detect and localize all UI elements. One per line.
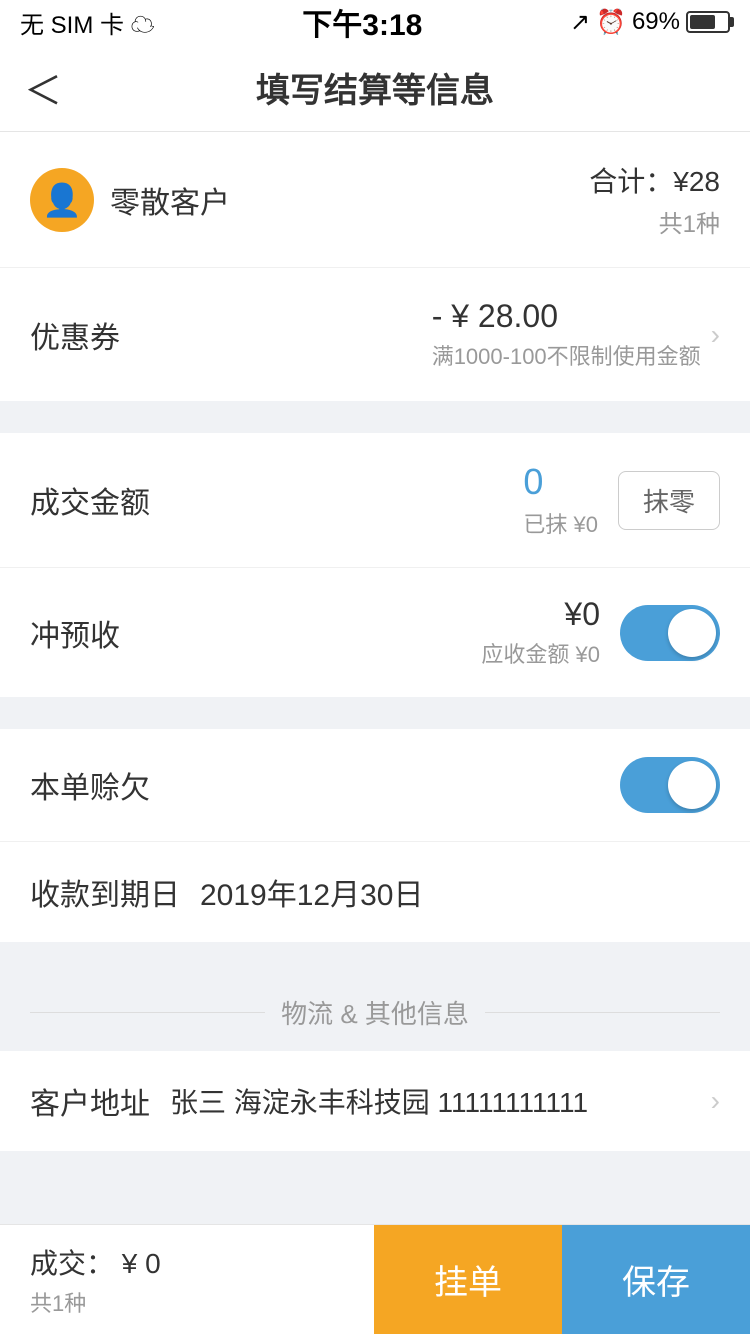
- deal-amount-sub: 已抹 ¥0: [523, 507, 598, 539]
- deal-amount-card: 成交金额 0 已抹 ¥0 抹零 冲预收 ¥0 应收金额 ¥0: [0, 433, 750, 697]
- duedate-label: 收款到期日: [30, 870, 180, 914]
- prereceive-right: ¥0 应收金额 ¥0: [481, 596, 720, 669]
- deal-amount-value: 0: [523, 461, 598, 503]
- bottom-deal-amount: ¥ 0: [122, 1248, 161, 1279]
- header-line-right: [485, 1012, 720, 1013]
- save-button[interactable]: 保存: [562, 1225, 750, 1334]
- coupon-right: - ¥ 28.00 满1000-100不限制使用金额 ›: [432, 298, 720, 371]
- bottom-summary: 成交： ¥ 0 共1种: [0, 1242, 374, 1318]
- credit-row: 本单赊欠: [0, 729, 750, 841]
- status-left: 无 SIM 卡 ☁: [20, 5, 155, 40]
- status-right: ↗ ⏰ 69%: [570, 8, 730, 37]
- coupon-label: 优惠券: [30, 313, 120, 357]
- section-divider-1: [0, 417, 750, 433]
- section-divider-2: [0, 713, 750, 729]
- bottom-bar: 成交： ¥ 0 共1种 挂单 保存: [0, 1224, 750, 1334]
- credit-toggle[interactable]: [620, 757, 720, 813]
- prereceive-amount: ¥0 应收金额 ¥0: [481, 596, 600, 669]
- duedate-row: 收款到期日 2019年12月30日: [0, 841, 750, 942]
- coupon-discount: - ¥ 28.00: [432, 298, 701, 335]
- customer-name: 零散客户: [110, 178, 230, 222]
- section-divider-3: [0, 958, 750, 974]
- battery-icon: [686, 11, 730, 33]
- bottom-deal-row: 成交： ¥ 0: [30, 1242, 344, 1282]
- coupon-row[interactable]: 优惠券 - ¥ 28.00 满1000-100不限制使用金额 ›: [0, 267, 750, 401]
- header-line-left: [30, 1012, 265, 1013]
- address-label: 客户地址: [30, 1079, 150, 1123]
- prereceive-value: ¥0: [481, 596, 600, 633]
- credit-card: 本单赊欠 收款到期日 2019年12月30日: [0, 729, 750, 942]
- alarm-icon: ⏰: [596, 8, 626, 37]
- customer-total: 合计：¥28: [589, 160, 720, 200]
- round-zero-button[interactable]: 抹零: [618, 471, 720, 530]
- toggle-knob: [668, 609, 716, 657]
- duedate-value: 2019年12月30日: [200, 870, 423, 914]
- prereceive-sub: 应收金额 ¥0: [481, 637, 600, 669]
- logistics-header-text: 物流 & 其他信息: [281, 994, 469, 1031]
- customer-right: 合计：¥28 共1种: [589, 160, 720, 239]
- prereceive-row: 冲预收 ¥0 应收金额 ¥0: [0, 568, 750, 697]
- customer-left: 👤 零散客户: [30, 168, 230, 232]
- address-chevron-icon: ›: [711, 1085, 720, 1117]
- prereceive-toggle[interactable]: [620, 605, 720, 661]
- sim-status: 无 SIM 卡 ☁: [20, 5, 155, 40]
- customer-row: 👤 零散客户 合计：¥28 共1种: [0, 132, 750, 267]
- address-row[interactable]: 客户地址 张三 海淀永丰科技园 11111111111 ›: [0, 1051, 750, 1151]
- customer-count: 共1种: [589, 204, 720, 239]
- avatar: 👤: [30, 168, 94, 232]
- status-time: 下午3:18: [302, 0, 422, 44]
- chevron-right-icon: ›: [711, 319, 720, 351]
- status-bar: 无 SIM 卡 ☁ 下午3:18 ↗ ⏰ 69%: [0, 0, 750, 44]
- content-area: 👤 零散客户 合计：¥28 共1种 优惠券 - ¥ 28.00 满1000-10…: [0, 132, 750, 1287]
- page-title: 填写结算等信息: [256, 63, 494, 112]
- credit-label: 本单赊欠: [30, 763, 150, 807]
- battery-percent: 69%: [632, 8, 680, 36]
- back-button[interactable]: ＜: [24, 60, 62, 115]
- location-icon: ↗: [570, 8, 590, 37]
- bottom-count: 共1种: [30, 1286, 344, 1318]
- nav-bar: ＜ 填写结算等信息: [0, 44, 750, 132]
- bottom-deal-label: 成交：: [30, 1248, 114, 1279]
- credit-toggle-knob: [668, 761, 716, 809]
- coupon-info: - ¥ 28.00 满1000-100不限制使用金额: [432, 298, 701, 371]
- deal-amount-row: 成交金额 0 已抹 ¥0 抹零: [0, 433, 750, 568]
- avatar-icon: 👤: [42, 181, 82, 219]
- deal-amount-info: 0 已抹 ¥0: [523, 461, 598, 539]
- address-value: 张三 海淀永丰科技园 11111111111: [170, 1081, 711, 1121]
- hold-button[interactable]: 挂单: [374, 1225, 562, 1334]
- deal-amount-right: 0 已抹 ¥0 抹零: [523, 461, 720, 539]
- address-card: 客户地址 张三 海淀永丰科技园 11111111111 ›: [0, 1051, 750, 1151]
- deal-amount-label: 成交金额: [30, 478, 150, 522]
- logistics-header: 物流 & 其他信息: [0, 974, 750, 1051]
- customer-card: 👤 零散客户 合计：¥28 共1种 优惠券 - ¥ 28.00 满1000-10…: [0, 132, 750, 401]
- prereceive-label: 冲预收: [30, 611, 120, 655]
- coupon-description: 满1000-100不限制使用金额: [432, 339, 701, 371]
